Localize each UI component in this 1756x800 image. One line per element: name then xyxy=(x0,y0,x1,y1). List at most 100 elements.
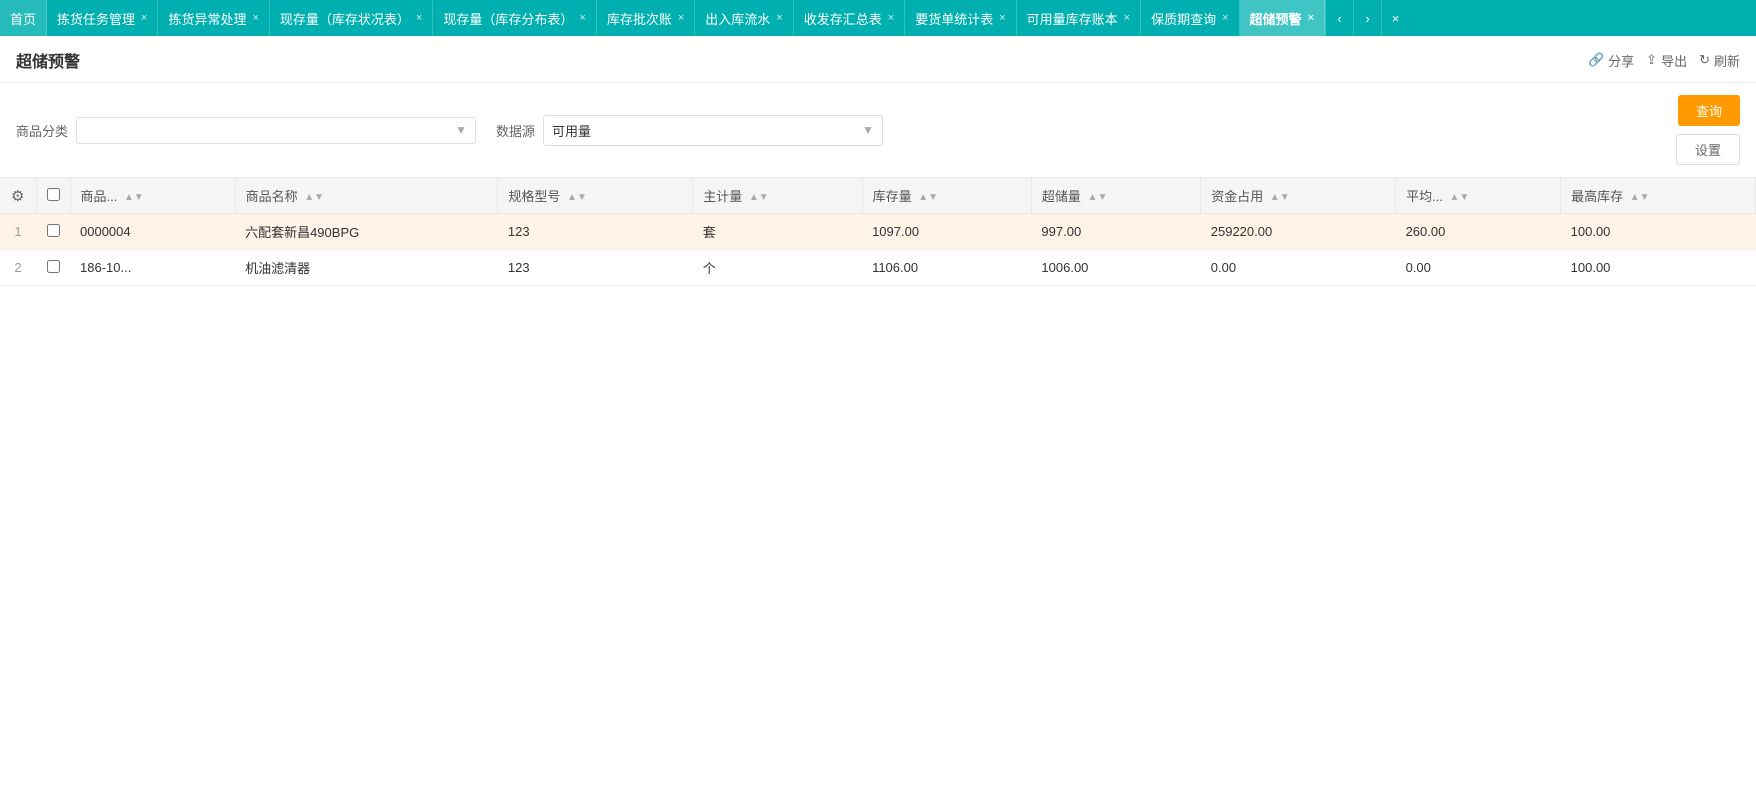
close-icon[interactable]: × xyxy=(141,12,147,24)
cell-unit: 套 xyxy=(693,214,862,250)
chevron-down-icon: ▼ xyxy=(862,123,874,137)
page-content: 超储预警 🔗 分享 ⇪ 导出 ↻ 刷新 商品分类 ▼ 数据源 xyxy=(0,36,1756,800)
sort-icon: ▲▼ xyxy=(1450,193,1470,203)
sort-icon: ▲▼ xyxy=(124,193,144,203)
sort-icon: ▲▼ xyxy=(918,193,938,203)
refresh-button[interactable]: ↻ 刷新 xyxy=(1699,51,1740,70)
table-row: 1 0000004 六配套新昌490BPG 123 套 1097.00 997.… xyxy=(0,214,1756,250)
refresh-icon: ↻ xyxy=(1699,52,1710,68)
cell-product-name: 机油滤清器 xyxy=(235,250,498,286)
th-product-name[interactable]: 商品名称 ▲▼ xyxy=(235,178,498,214)
nav-batch[interactable]: 库存批次账 × xyxy=(597,0,695,36)
header-actions: 🔗 分享 ⇪ 导出 ↻ 刷新 xyxy=(1588,51,1740,70)
data-table: ⚙ 商品... ▲▼ 商品名称 ▲▼ 规格型号 ▲▼ xyxy=(0,177,1756,286)
nav-home[interactable]: 首页 xyxy=(0,0,47,36)
category-label: 商品分类 xyxy=(16,121,68,140)
sort-icon: ▲▼ xyxy=(1088,193,1108,203)
sort-icon: ▲▼ xyxy=(1630,193,1650,203)
close-icon[interactable]: × xyxy=(252,12,258,24)
export-icon: ⇪ xyxy=(1646,52,1657,68)
nav-arrow-left[interactable]: ‹ xyxy=(1325,0,1353,36)
nav-stock-dist[interactable]: 现存量（库存分布表） × xyxy=(433,0,596,36)
th-stock[interactable]: 库存量 ▲▼ xyxy=(862,178,1031,214)
cell-product-code: 186-10... xyxy=(70,250,235,286)
close-icon[interactable]: × xyxy=(678,12,684,24)
close-icon[interactable]: × xyxy=(776,12,782,24)
nav-receive-send[interactable]: 收发存汇总表 × xyxy=(794,0,905,36)
chevron-down-icon: ▼ xyxy=(455,123,467,137)
th-unit[interactable]: 主计量 ▲▼ xyxy=(693,178,862,214)
row-checkbox[interactable] xyxy=(47,224,60,237)
cell-stock: 1106.00 xyxy=(862,250,1031,286)
cell-product-code: 0000004 xyxy=(70,214,235,250)
nav-available-stock[interactable]: 可用量库存账本 × xyxy=(1017,0,1141,36)
nav-inout-flow[interactable]: 出入库流水 × xyxy=(695,0,793,36)
th-gear: ⚙ xyxy=(0,178,36,214)
cell-spec: 123 xyxy=(498,214,693,250)
close-icon[interactable]: × xyxy=(888,12,894,24)
cell-capital: 259220.00 xyxy=(1201,214,1396,250)
nav-pick-exception[interactable]: 拣货异常处理 × xyxy=(158,0,269,36)
close-icon[interactable]: × xyxy=(999,12,1005,24)
th-avg[interactable]: 平均... ▲▼ xyxy=(1396,178,1561,214)
close-icon[interactable]: × xyxy=(579,12,585,24)
nav-stock-status[interactable]: 现存量（库存状况表） × xyxy=(270,0,433,36)
row-number: 1 xyxy=(0,214,36,250)
sort-icon: ▲▼ xyxy=(567,193,587,203)
close-icon[interactable]: × xyxy=(1222,12,1228,24)
row-checkbox-cell xyxy=(36,250,70,286)
th-spec[interactable]: 规格型号 ▲▼ xyxy=(498,178,693,214)
cell-product-name: 六配套新昌490BPG xyxy=(235,214,498,250)
datasource-filter: 数据源 可用量 ▼ xyxy=(496,115,883,146)
query-button[interactable]: 查询 xyxy=(1678,95,1740,126)
row-checkbox[interactable] xyxy=(47,260,60,273)
select-all-checkbox[interactable] xyxy=(47,188,60,201)
cell-capital: 0.00 xyxy=(1201,250,1396,286)
export-button[interactable]: ⇪ 导出 xyxy=(1646,51,1687,70)
filter-bar: 商品分类 ▼ 数据源 可用量 ▼ 查询 设置 xyxy=(0,83,1756,177)
settings-button[interactable]: 设置 xyxy=(1676,134,1740,165)
nav-overstock[interactable]: 超储预警 × xyxy=(1240,0,1325,36)
close-icon[interactable]: × xyxy=(1308,12,1314,24)
th-over-stock[interactable]: 超储量 ▲▼ xyxy=(1031,178,1200,214)
gear-icon[interactable]: ⚙ xyxy=(11,188,24,205)
sort-icon: ▲▼ xyxy=(749,193,769,203)
page-title: 超储预警 xyxy=(16,48,80,72)
nav-pick-task[interactable]: 拣货任务管理 × xyxy=(47,0,158,36)
top-navigation: 首页 拣货任务管理 × 拣货异常处理 × 现存量（库存状况表） × 现存量（库存… xyxy=(0,0,1756,36)
table-row: 2 186-10... 机油滤清器 123 个 1106.00 1006.00 … xyxy=(0,250,1756,286)
th-max-stock[interactable]: 最高库存 ▲▼ xyxy=(1561,178,1756,214)
sort-icon: ▲▼ xyxy=(304,193,324,203)
sort-icon: ▲▼ xyxy=(1270,193,1290,203)
close-icon[interactable]: × xyxy=(1124,12,1130,24)
cell-over-stock: 997.00 xyxy=(1031,214,1200,250)
cell-over-stock: 1006.00 xyxy=(1031,250,1200,286)
nav-order-stats[interactable]: 要货单统计表 × xyxy=(905,0,1016,36)
page-header: 超储预警 🔗 分享 ⇪ 导出 ↻ 刷新 xyxy=(0,36,1756,83)
nav-expiry[interactable]: 保质期查询 × xyxy=(1141,0,1239,36)
close-icon[interactable]: × xyxy=(416,12,422,24)
cell-stock: 1097.00 xyxy=(862,214,1031,250)
row-checkbox-cell xyxy=(36,214,70,250)
th-capital[interactable]: 资金占用 ▲▼ xyxy=(1201,178,1396,214)
th-product-code[interactable]: 商品... ▲▼ xyxy=(70,178,235,214)
datasource-select[interactable]: 可用量 ▼ xyxy=(543,115,883,146)
cell-max-stock: 100.00 xyxy=(1561,250,1756,286)
cell-max-stock: 100.00 xyxy=(1561,214,1756,250)
cell-avg: 0.00 xyxy=(1396,250,1561,286)
category-select[interactable]: ▼ xyxy=(76,117,476,144)
data-table-wrapper: ⚙ 商品... ▲▼ 商品名称 ▲▼ 规格型号 ▲▼ xyxy=(0,177,1756,286)
cell-spec: 123 xyxy=(498,250,693,286)
datasource-label: 数据源 xyxy=(496,121,535,140)
th-checkbox xyxy=(36,178,70,214)
nav-arrow-right[interactable]: › xyxy=(1353,0,1381,36)
category-filter: 商品分类 ▼ xyxy=(16,117,476,144)
table-header-row: ⚙ 商品... ▲▼ 商品名称 ▲▼ 规格型号 ▲▼ xyxy=(0,178,1756,214)
share-button[interactable]: 🔗 分享 xyxy=(1588,51,1634,70)
cell-avg: 260.00 xyxy=(1396,214,1561,250)
row-number: 2 xyxy=(0,250,36,286)
filter-buttons: 查询 设置 xyxy=(1676,95,1740,165)
share-icon: 🔗 xyxy=(1588,52,1604,68)
nav-arrow-more[interactable]: × xyxy=(1381,0,1409,36)
cell-unit: 个 xyxy=(693,250,862,286)
